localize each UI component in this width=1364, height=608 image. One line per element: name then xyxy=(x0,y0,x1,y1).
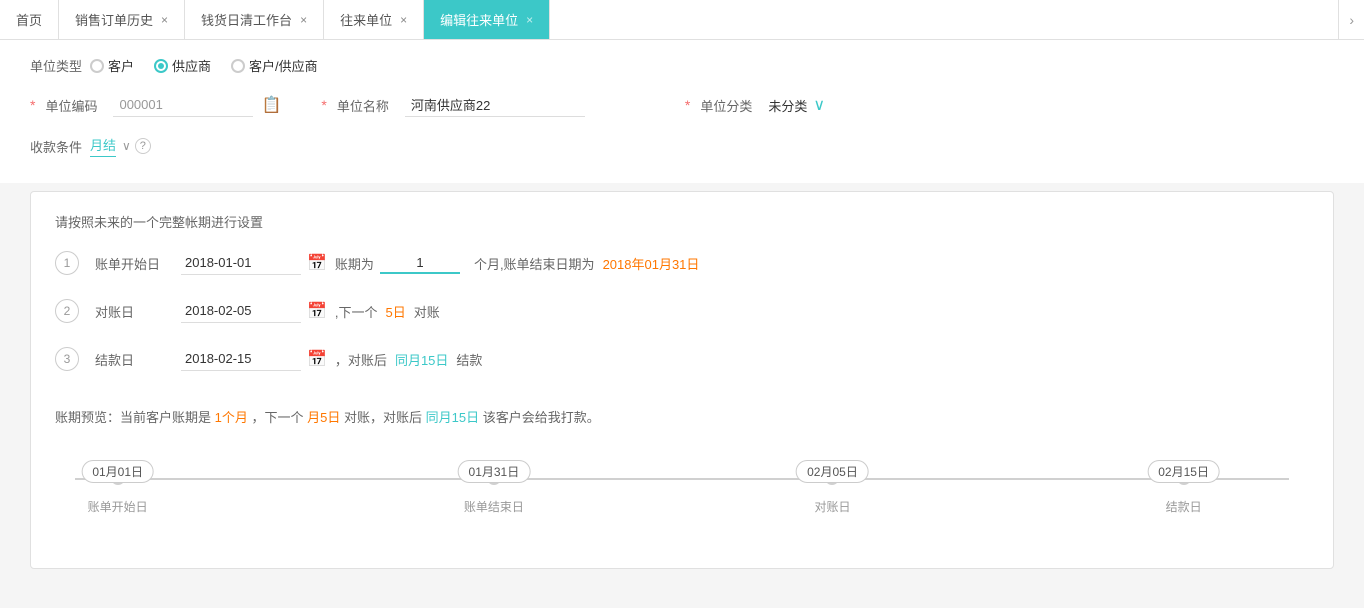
radio-customer-supplier-circle xyxy=(231,59,245,73)
timeline-badge-1: 01月01日 xyxy=(81,460,154,483)
reconcile-label: 对账日 xyxy=(95,302,165,321)
unit-type-row: 单位类型 客户 供应商 客户/供应商 xyxy=(30,56,1334,75)
reconcile-date-input[interactable] xyxy=(181,299,301,323)
unit-name-input[interactable] xyxy=(405,93,585,117)
code-calendar-icon[interactable]: 📋 xyxy=(261,95,281,115)
period-input[interactable] xyxy=(380,253,460,274)
unit-code-input[interactable] xyxy=(113,93,253,117)
tab-sales-history[interactable]: 销售订单历史 × xyxy=(59,0,185,39)
row-number-3: 3 xyxy=(55,347,79,371)
tab-edit-partner-label: 编辑往来单位 xyxy=(440,10,518,29)
account-start-row: 1 账单开始日 📅 账期为 个月,账单结束日期为 2018年01月31日 xyxy=(55,251,1309,275)
radio-customer-label: 客户 xyxy=(108,56,134,75)
settings-container: 请按照未来的一个完整帐期进行设置 1 账单开始日 📅 账期为 个月,账单结束日期… xyxy=(0,191,1364,589)
tab-home-label: 首页 xyxy=(16,10,42,29)
payment-calendar-icon[interactable]: 📅 xyxy=(307,349,327,369)
account-period-label: 账期为 xyxy=(335,254,374,273)
payment-terms-row: 收款条件 月结 ∨ ? xyxy=(30,135,1334,157)
tabs-bar: 首页 销售订单历史 × 钱货日清工作台 × 往来单位 × 编辑往来单位 × › xyxy=(0,0,1364,40)
tab-cash-work[interactable]: 钱货日清工作台 × xyxy=(185,0,324,39)
tab-partner-label: 往来单位 xyxy=(340,10,392,29)
reconcile-row: 2 对账日 📅 ,下一个 5日 对账 xyxy=(55,299,1309,323)
account-start-label: 账单开始日 xyxy=(95,254,165,273)
timeline-badge-2: 01月31日 xyxy=(458,460,531,483)
reconcile-desc-suffix: 对账 xyxy=(414,302,440,321)
tab-edit-partner[interactable]: 编辑往来单位 × xyxy=(424,0,550,39)
payment-desc-prefix: ，对账后 xyxy=(335,350,387,369)
radio-customer-supplier-label: 客户/供应商 xyxy=(249,56,318,75)
payment-row: 3 结款日 📅 ，对账后 同月15日 结款 xyxy=(55,347,1309,371)
timeline-badge-3: 02月05日 xyxy=(796,460,869,483)
radio-customer-circle xyxy=(90,59,104,73)
reconcile-desc-prefix: ,下一个 xyxy=(335,302,378,321)
unit-name-star: * xyxy=(321,97,326,113)
tab-sales-history-close[interactable]: × xyxy=(161,13,168,27)
tab-cash-work-label: 钱货日清工作台 xyxy=(201,10,292,29)
account-start-date-input[interactable] xyxy=(181,251,301,275)
preview-suffix: 该客户会给我打款。 xyxy=(483,410,600,425)
preview-part2: 月5日 xyxy=(307,410,340,425)
payment-terms-value: 月结 xyxy=(90,135,116,157)
category-chevron-icon: ∨ xyxy=(813,95,825,115)
unit-type-label: 单位类型 xyxy=(30,56,82,75)
payment-highlight: 同月15日 xyxy=(395,350,448,369)
settings-title: 请按照未来的一个完整帐期进行设置 xyxy=(55,212,1309,231)
payment-desc-suffix: 结款 xyxy=(456,350,482,369)
preview-comma1: ，下一个 xyxy=(252,410,304,425)
unit-category-value: 未分类 xyxy=(768,96,807,115)
radio-supplier-circle xyxy=(154,59,168,73)
radio-customer-supplier[interactable]: 客户/供应商 xyxy=(231,56,318,75)
account-start-calendar-icon[interactable]: 📅 xyxy=(307,253,327,273)
tab-partner-close[interactable]: × xyxy=(400,13,407,27)
timeline-label-3: 对账日 xyxy=(814,498,850,515)
tab-sales-history-label: 销售订单历史 xyxy=(75,10,153,29)
row-number-1: 1 xyxy=(55,251,79,275)
timeline: 01月01日 账单开始日 01月31日 账单结束日 02月05日 对账日 02月… xyxy=(55,458,1309,548)
tab-partner[interactable]: 往来单位 × xyxy=(324,0,424,39)
payment-date-input[interactable] xyxy=(181,347,301,371)
account-end-date: 2018年01月31日 xyxy=(603,254,700,273)
timeline-label-2: 账单结束日 xyxy=(464,498,524,515)
tab-edit-partner-close[interactable]: × xyxy=(526,13,533,27)
tab-cash-work-close[interactable]: × xyxy=(300,13,307,27)
unit-category-label: 单位分类 xyxy=(700,96,752,115)
radio-supplier[interactable]: 供应商 xyxy=(154,56,211,75)
radio-customer[interactable]: 客户 xyxy=(90,56,134,75)
tab-arrow[interactable]: › xyxy=(1338,0,1364,39)
row-number-2: 2 xyxy=(55,299,79,323)
code-name-row: * 单位编码 📋 * 单位名称 * 单位分类 未分类 ∨ xyxy=(30,93,1334,117)
reconcile-highlight: 5日 xyxy=(386,302,406,321)
unit-name-label: 单位名称 xyxy=(337,96,389,115)
preview-part3: 同月15日 xyxy=(426,410,479,425)
payment-terms-chevron-icon: ∨ xyxy=(122,139,131,153)
preview-part1: 1个月 xyxy=(215,410,248,425)
tab-home[interactable]: 首页 xyxy=(0,0,59,39)
payment-terms-label: 收款条件 xyxy=(30,137,82,156)
preview-prefix: 账期预览：当前客户账期是 xyxy=(55,410,211,425)
account-month-label: 个月,账单结束日期为 xyxy=(474,254,595,273)
unit-category-star: * xyxy=(685,97,690,113)
unit-category-col: * 单位分类 未分类 ∨ xyxy=(685,95,825,115)
unit-name-col: * 单位名称 xyxy=(321,93,584,117)
settings-box: 请按照未来的一个完整帐期进行设置 1 账单开始日 📅 账期为 个月,账单结束日期… xyxy=(30,191,1334,569)
preview-middle: 对账，对账后 xyxy=(344,410,422,425)
timeline-badge-4: 02月15日 xyxy=(1147,460,1220,483)
radio-supplier-label: 供应商 xyxy=(172,56,211,75)
payment-terms-select[interactable]: 月结 ∨ xyxy=(90,135,131,157)
preview-text: 账期预览：当前客户账期是 1个月 ，下一个 月5日 对账，对账后 同月15日 该… xyxy=(55,395,1309,438)
payment-label: 结款日 xyxy=(95,350,165,369)
payment-terms-help-icon[interactable]: ? xyxy=(135,138,151,154)
top-form: 单位类型 客户 供应商 客户/供应商 * 单位编码 📋 * 单位名称 xyxy=(0,40,1364,183)
unit-code-star: * xyxy=(30,97,35,113)
timeline-label-1: 账单开始日 xyxy=(88,498,148,515)
unit-category-select[interactable]: 未分类 ∨ xyxy=(768,95,825,115)
unit-code-label: 单位编码 xyxy=(45,96,97,115)
reconcile-calendar-icon[interactable]: 📅 xyxy=(307,301,327,321)
timeline-line xyxy=(75,478,1289,480)
timeline-label-4: 结款日 xyxy=(1166,498,1202,515)
chevron-right-icon: › xyxy=(1349,12,1354,28)
unit-type-radio-group: 客户 供应商 客户/供应商 xyxy=(90,56,318,75)
unit-code-col: * 单位编码 📋 xyxy=(30,93,281,117)
